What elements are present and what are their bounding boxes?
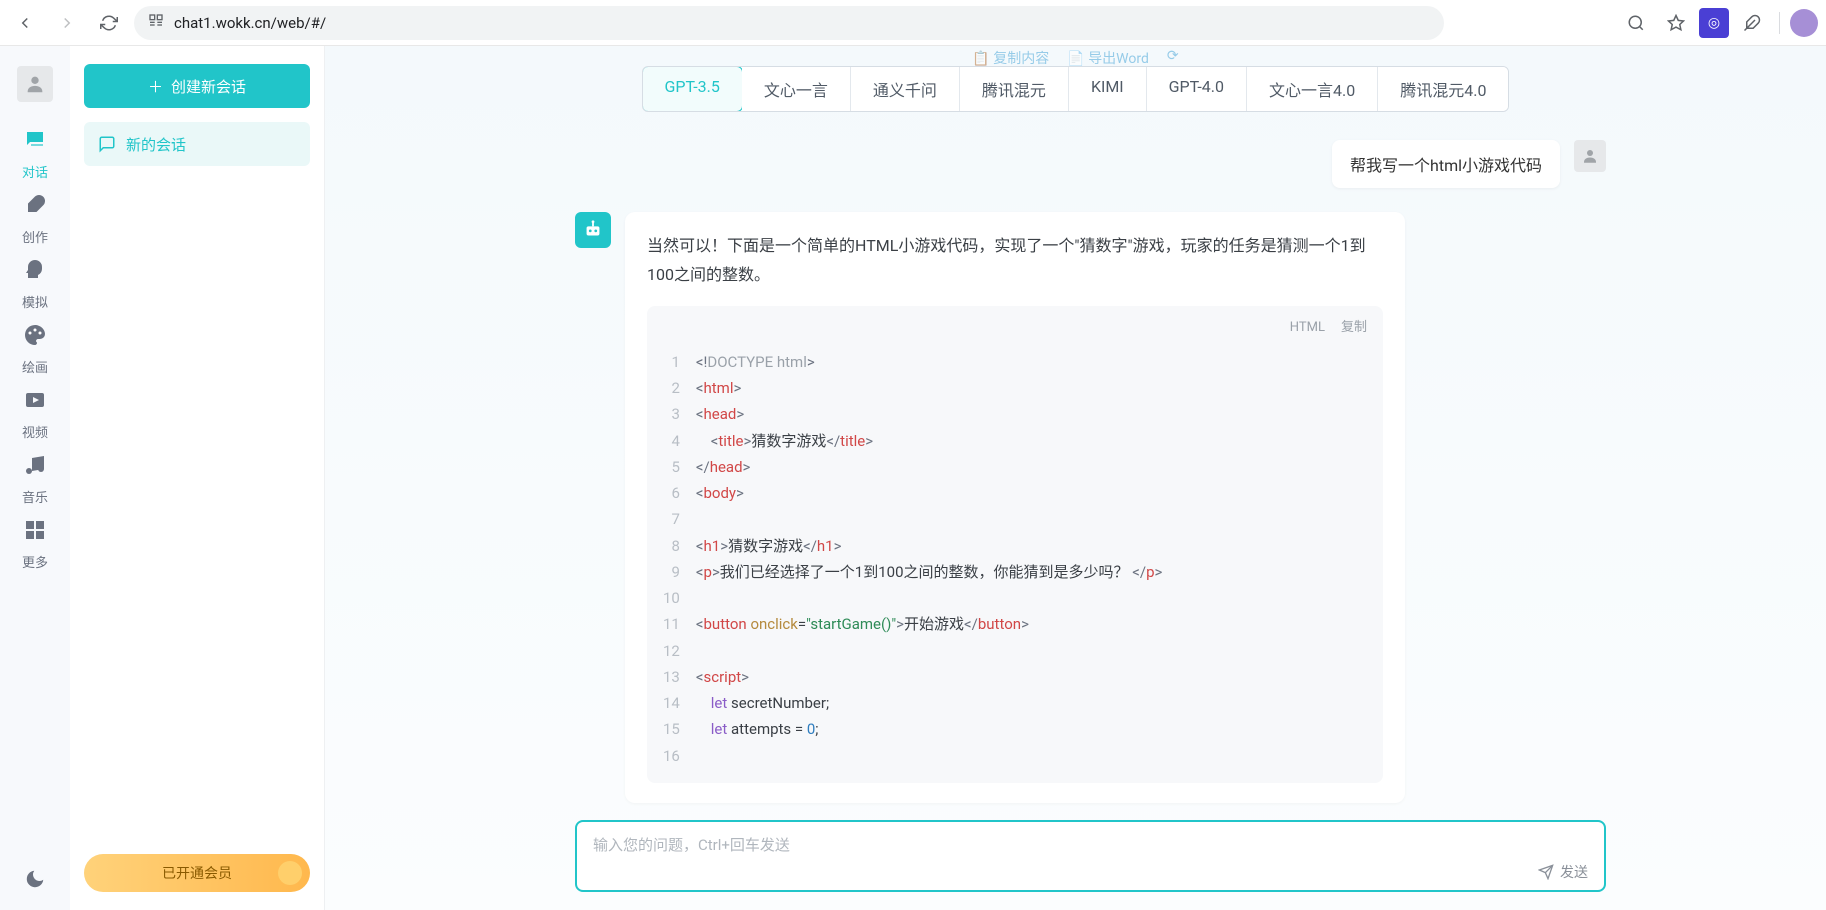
user-avatar[interactable] <box>17 66 53 102</box>
sidebar-item-label: 模拟 <box>22 292 48 311</box>
line-numbers: 12345678910111213141516 <box>647 349 696 769</box>
video-icon <box>23 388 47 418</box>
model-tab[interactable]: 文心一言4.0 <box>1247 67 1378 111</box>
message-actions-peek: 📋 复制内容 📄 导出Word ⟳ <box>972 48 1178 68</box>
code-copy-button[interactable]: 复制 <box>1341 316 1367 339</box>
plus-icon: ＋ <box>148 76 163 97</box>
sidebar-item-label: 更多 <box>22 552 48 571</box>
send-icon <box>1538 864 1554 880</box>
model-tabs: GPT-3.5文心一言通义千问腾讯混元KIMIGPT-4.0文心一言4.0腾讯混… <box>642 66 1510 112</box>
extension-icon-1[interactable]: ◎ <box>1699 8 1729 38</box>
profile-avatar[interactable] <box>1790 9 1818 37</box>
palette-icon <box>23 323 47 353</box>
left-sidebar: 对话创作模拟绘画视频音乐更多 <box>0 46 70 910</box>
sidebar-item-label: 对话 <box>22 162 48 181</box>
head-icon <box>23 258 47 288</box>
sidebar-item-music[interactable]: 音乐 <box>22 447 48 512</box>
sidebar-item-label: 创作 <box>22 227 48 246</box>
user-avatar-small <box>1574 140 1606 172</box>
session-label: 新的会话 <box>126 134 186 155</box>
message-input[interactable] <box>593 834 1588 856</box>
grid-icon <box>23 518 47 548</box>
code-lang-label: HTML <box>1290 316 1325 339</box>
sidebar-item-label: 绘画 <box>22 357 48 376</box>
browser-toolbar: chat1.wokk.cn/web/#/ ◎ <box>0 0 1826 46</box>
code-content[interactable]: <!DOCTYPE html><html><head> <title>猜数字游戏… <box>696 349 1163 769</box>
export-action[interactable]: 📄 导出Word <box>1067 48 1149 68</box>
vip-badge-icon <box>278 861 302 885</box>
bot-message-bubble: 当然可以！下面是一个简单的HTML小游戏代码，实现了一个"猜数字"游戏，玩家的任… <box>625 212 1405 803</box>
session-item[interactable]: 新的会话 <box>84 122 310 166</box>
divider <box>1779 12 1780 34</box>
sidebar-item-chat[interactable]: 对话 <box>22 122 48 187</box>
code-block: HTML 复制 12345678910111213141516 <!DOCTYP… <box>647 306 1383 783</box>
sidebar-item-feather[interactable]: 创作 <box>22 187 48 252</box>
site-settings-icon <box>148 13 164 33</box>
sidebar-item-label: 视频 <box>22 422 48 441</box>
forward-button[interactable] <box>50 6 84 40</box>
new-session-button[interactable]: ＋ 创建新会话 <box>84 64 310 108</box>
input-box[interactable]: 发送 <box>575 820 1606 892</box>
chat-icon <box>23 128 47 158</box>
url-text: chat1.wokk.cn/web/#/ <box>174 14 326 32</box>
model-tab[interactable]: KIMI <box>1069 67 1147 111</box>
model-tab[interactable]: 腾讯混元4.0 <box>1378 67 1508 111</box>
model-tab[interactable]: GPT-3.5 <box>642 66 743 112</box>
input-area: 发送 <box>575 820 1606 892</box>
bot-message-row: 当然可以！下面是一个简单的HTML小游戏代码，实现了一个"猜数字"游戏，玩家的任… <box>575 212 1606 803</box>
chat-bubble-icon <box>98 135 116 153</box>
model-tab[interactable]: 文心一言 <box>742 67 851 111</box>
model-tab[interactable]: 腾讯混元 <box>960 67 1069 111</box>
bot-avatar <box>575 212 611 248</box>
vip-label: 已开通会员 <box>162 863 232 883</box>
sidebar-item-head[interactable]: 模拟 <box>22 252 48 317</box>
refresh-action[interactable]: ⟳ <box>1167 48 1179 68</box>
url-bar[interactable]: chat1.wokk.cn/web/#/ <box>134 6 1444 40</box>
bookmark-icon[interactable] <box>1659 6 1693 40</box>
music-icon <box>23 453 47 483</box>
model-tab[interactable]: 通义千问 <box>851 67 960 111</box>
user-message-bubble: 帮我写一个html小游戏代码 <box>1332 140 1560 188</box>
send-label: 发送 <box>1560 862 1588 882</box>
moon-icon <box>24 868 46 896</box>
chat-area: 帮我写一个html小游戏代码 当然可以！下面是一个简单的HTML小游戏代码，实现… <box>325 112 1826 808</box>
copy-action[interactable]: 📋 复制内容 <box>972 48 1049 68</box>
extensions-icon[interactable] <box>1735 6 1769 40</box>
sidebar-item-label: 音乐 <box>22 487 48 506</box>
theme-toggle[interactable] <box>0 862 70 910</box>
sessions-panel: ＋ 创建新会话 新的会话 已开通会员 <box>70 46 325 910</box>
zoom-icon[interactable] <box>1619 6 1653 40</box>
sidebar-item-grid[interactable]: 更多 <box>22 512 48 577</box>
bot-intro-text: 当然可以！下面是一个简单的HTML小游戏代码，实现了一个"猜数字"游戏，玩家的任… <box>647 232 1383 290</box>
sidebar-item-palette[interactable]: 绘画 <box>22 317 48 382</box>
feather-icon <box>23 193 47 223</box>
reload-button[interactable] <box>92 6 126 40</box>
user-message-row: 帮我写一个html小游戏代码 <box>575 140 1606 188</box>
sidebar-item-video[interactable]: 视频 <box>22 382 48 447</box>
back-button[interactable] <box>8 6 42 40</box>
vip-banner[interactable]: 已开通会员 <box>84 854 310 892</box>
new-session-label: 创建新会话 <box>171 76 246 97</box>
model-tab[interactable]: GPT-4.0 <box>1147 67 1247 111</box>
send-button[interactable]: 发送 <box>593 862 1588 882</box>
user-message-text: 帮我写一个html小游戏代码 <box>1350 156 1542 175</box>
main-panel: 📋 复制内容 📄 导出Word ⟳ GPT-3.5文心一言通义千问腾讯混元KIM… <box>325 46 1826 910</box>
